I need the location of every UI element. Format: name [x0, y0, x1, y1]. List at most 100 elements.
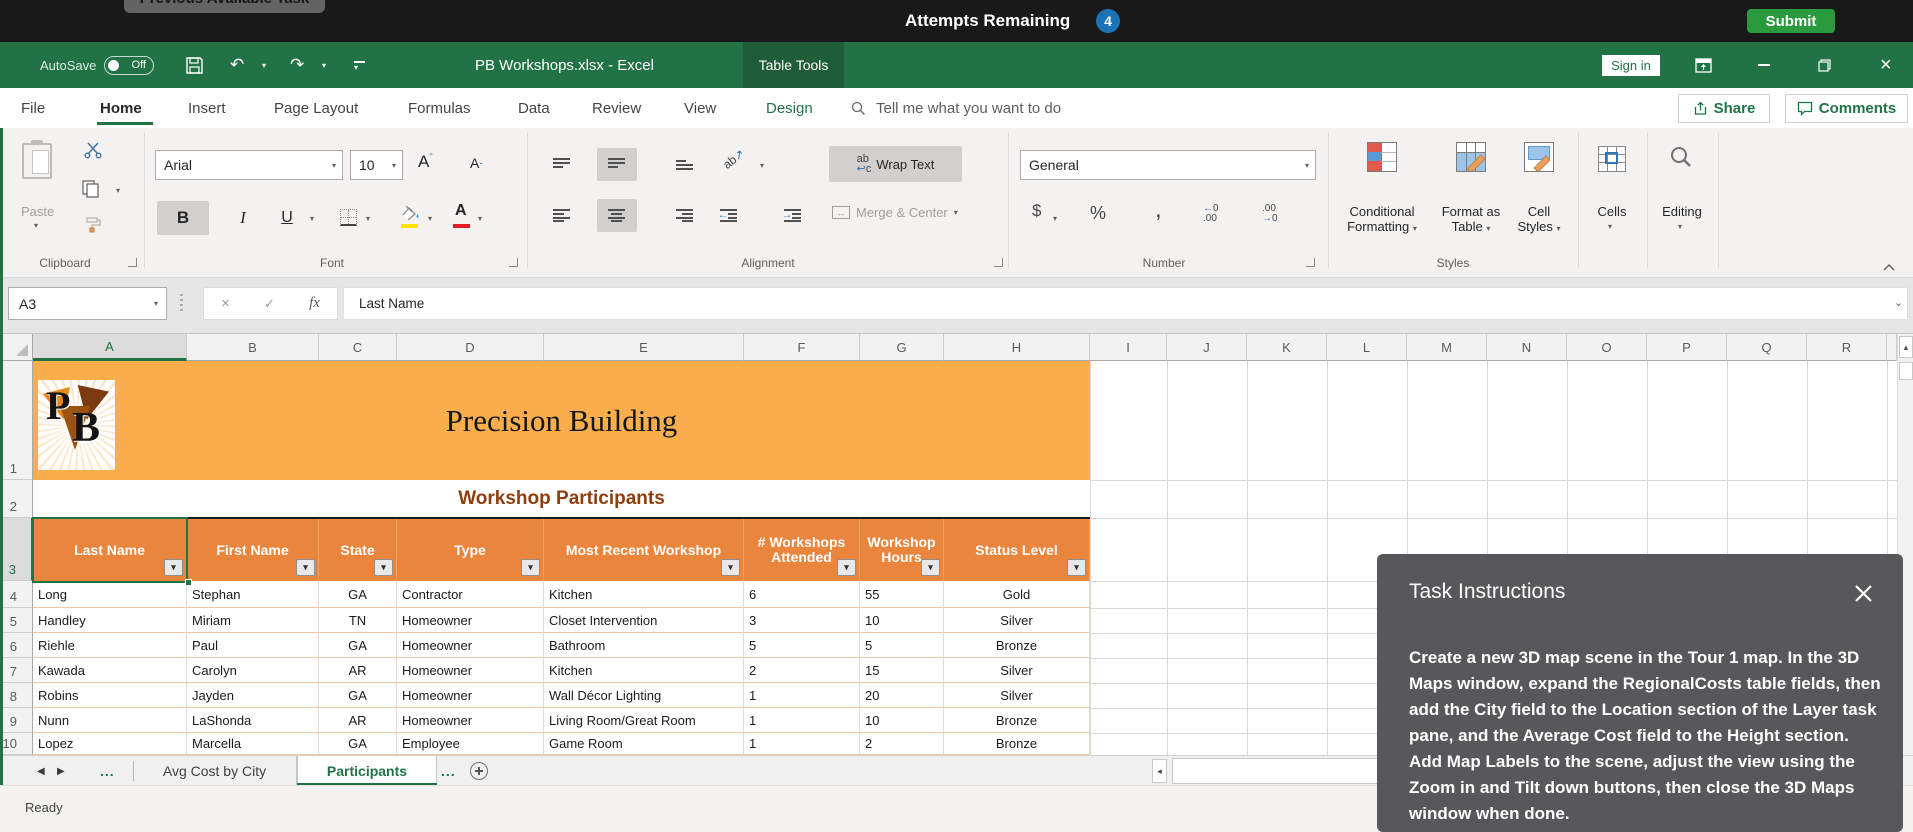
- font-dialog-launcher[interactable]: [509, 258, 518, 267]
- prev-sheet-icon[interactable]: ◀: [37, 756, 45, 786]
- cell[interactable]: Kawada: [33, 658, 187, 683]
- cell[interactable]: Bronze: [944, 733, 1090, 755]
- formula-content[interactable]: Last Name: [343, 287, 1908, 320]
- conditional-formatting-icon[interactable]: [1367, 142, 1397, 172]
- cell[interactable]: Closet Intervention: [544, 608, 744, 633]
- cell[interactable]: Silver: [944, 658, 1090, 683]
- cell[interactable]: 5: [744, 633, 860, 658]
- fill-handle[interactable]: [185, 579, 192, 586]
- cell[interactable]: Marcella: [187, 733, 319, 755]
- merge-center-button[interactable]: ↔ Merge & Center ▾: [832, 205, 958, 220]
- cell[interactable]: Homeowner: [397, 683, 544, 708]
- new-sheet-icon[interactable]: [470, 762, 488, 780]
- format-as-table-icon[interactable]: [1456, 142, 1486, 172]
- tab-data[interactable]: Data: [518, 88, 550, 128]
- borders-dropdown-icon[interactable]: ▾: [366, 214, 370, 223]
- percent-icon[interactable]: %: [1090, 203, 1106, 224]
- submit-button[interactable]: Submit: [1747, 9, 1835, 33]
- cell[interactable]: Homeowner: [397, 608, 544, 633]
- italic-button[interactable]: I: [228, 201, 258, 235]
- cells-label[interactable]: Cells: [1592, 204, 1632, 219]
- align-center-button[interactable]: [597, 199, 637, 232]
- cell[interactable]: Homeowner: [397, 633, 544, 658]
- cell[interactable]: Handley: [33, 608, 187, 633]
- more-sheets-right[interactable]: ...: [441, 756, 456, 786]
- tab-design[interactable]: Design: [766, 88, 813, 128]
- row-header[interactable]: 2: [0, 480, 33, 518]
- wrap-text-button[interactable]: ab ↩c Wrap Text: [829, 146, 962, 182]
- column-header[interactable]: B: [187, 334, 319, 361]
- align-middle-button[interactable]: [597, 148, 637, 181]
- undo-dropdown-icon[interactable]: ▾: [262, 42, 266, 88]
- cell-styles-label[interactable]: Cell Styles ▾: [1504, 204, 1574, 234]
- column-header[interactable]: R: [1807, 334, 1887, 361]
- filter-icon[interactable]: ▾: [1067, 559, 1086, 576]
- autosave-toggle[interactable]: Off: [104, 56, 154, 75]
- cell[interactable]: Robins: [33, 683, 187, 708]
- row-header[interactable]: 6: [0, 633, 33, 658]
- header-workshop-hours[interactable]: Workshop Hours ▾: [860, 519, 944, 581]
- header-state[interactable]: State ▾: [319, 519, 397, 581]
- conditional-formatting-label[interactable]: Conditional Formatting ▾: [1337, 204, 1427, 234]
- cell[interactable]: 10: [860, 708, 944, 733]
- cell[interactable]: AR: [319, 708, 397, 733]
- column-header[interactable]: N: [1487, 334, 1567, 361]
- header-status-level[interactable]: Status Level ▾: [944, 519, 1090, 581]
- cell[interactable]: Employee: [397, 733, 544, 755]
- cell[interactable]: Kitchen: [544, 658, 744, 683]
- column-header[interactable]: D: [397, 334, 544, 361]
- clipboard-dialog-launcher[interactable]: [128, 258, 137, 267]
- cell[interactable]: 6: [744, 581, 860, 608]
- cell[interactable]: Wall Décor Lighting: [544, 683, 744, 708]
- sign-in-button[interactable]: Sign in: [1602, 55, 1660, 76]
- row-header[interactable]: 1: [0, 361, 33, 480]
- column-header[interactable]: I: [1090, 334, 1167, 361]
- cell[interactable]: 2: [744, 658, 860, 683]
- ribbon-display-options-icon[interactable]: [1695, 42, 1712, 88]
- increase-font-icon[interactable]: Aˆ: [418, 152, 433, 172]
- cell[interactable]: Bathroom: [544, 633, 744, 658]
- format-painter-icon[interactable]: [84, 216, 103, 238]
- cell[interactable]: AR: [319, 658, 397, 683]
- cell[interactable]: Stephan: [187, 581, 319, 608]
- share-button[interactable]: Share: [1678, 94, 1770, 123]
- cell[interactable]: Gold: [944, 581, 1090, 608]
- editing-icon[interactable]: [1668, 145, 1694, 176]
- cell[interactable]: GA: [319, 683, 397, 708]
- tab-insert[interactable]: Insert: [188, 88, 226, 128]
- cell[interactable]: 15: [860, 658, 944, 683]
- font-size-combo[interactable]: 10 ▾: [350, 150, 403, 180]
- header-first-name[interactable]: First Name ▾: [187, 519, 319, 581]
- more-sheets-left[interactable]: ...: [100, 756, 115, 786]
- column-header[interactable]: C: [319, 334, 397, 361]
- column-header[interactable]: F: [744, 334, 860, 361]
- row-header[interactable]: 7: [0, 658, 33, 683]
- cell[interactable]: Kitchen: [544, 581, 744, 608]
- font-color-dropdown-icon[interactable]: ▾: [478, 214, 482, 223]
- cell[interactable]: Lopez: [33, 733, 187, 755]
- column-header[interactable]: K: [1247, 334, 1327, 361]
- copy-icon[interactable]: [82, 180, 100, 203]
- column-header[interactable]: Q: [1727, 334, 1807, 361]
- redo-icon[interactable]: ↷: [290, 42, 304, 88]
- horizontal-scroll-thumb[interactable]: [1172, 758, 1378, 784]
- cell[interactable]: Carolyn: [187, 658, 319, 683]
- cell[interactable]: Miriam: [187, 608, 319, 633]
- tab-view[interactable]: View: [684, 88, 716, 128]
- cell[interactable]: 3: [744, 608, 860, 633]
- cell[interactable]: Bronze: [944, 633, 1090, 658]
- filter-icon[interactable]: ▾: [921, 559, 940, 576]
- filter-icon[interactable]: ▾: [837, 559, 856, 576]
- undo-icon[interactable]: ↶: [230, 42, 244, 88]
- currency-icon[interactable]: $: [1032, 201, 1041, 221]
- number-dialog-launcher[interactable]: [1306, 258, 1315, 267]
- row-header[interactable]: 4: [0, 581, 33, 608]
- cell[interactable]: 55: [860, 581, 944, 608]
- cell[interactable]: 1: [744, 733, 860, 755]
- cell[interactable]: Silver: [944, 683, 1090, 708]
- select-all-corner[interactable]: [0, 334, 33, 361]
- cell[interactable]: Long: [33, 581, 187, 608]
- paste-label[interactable]: Paste: [21, 204, 54, 219]
- scroll-up-icon[interactable]: ▲: [1899, 336, 1913, 358]
- increase-decimal-icon[interactable]: ←0.00: [1203, 204, 1219, 224]
